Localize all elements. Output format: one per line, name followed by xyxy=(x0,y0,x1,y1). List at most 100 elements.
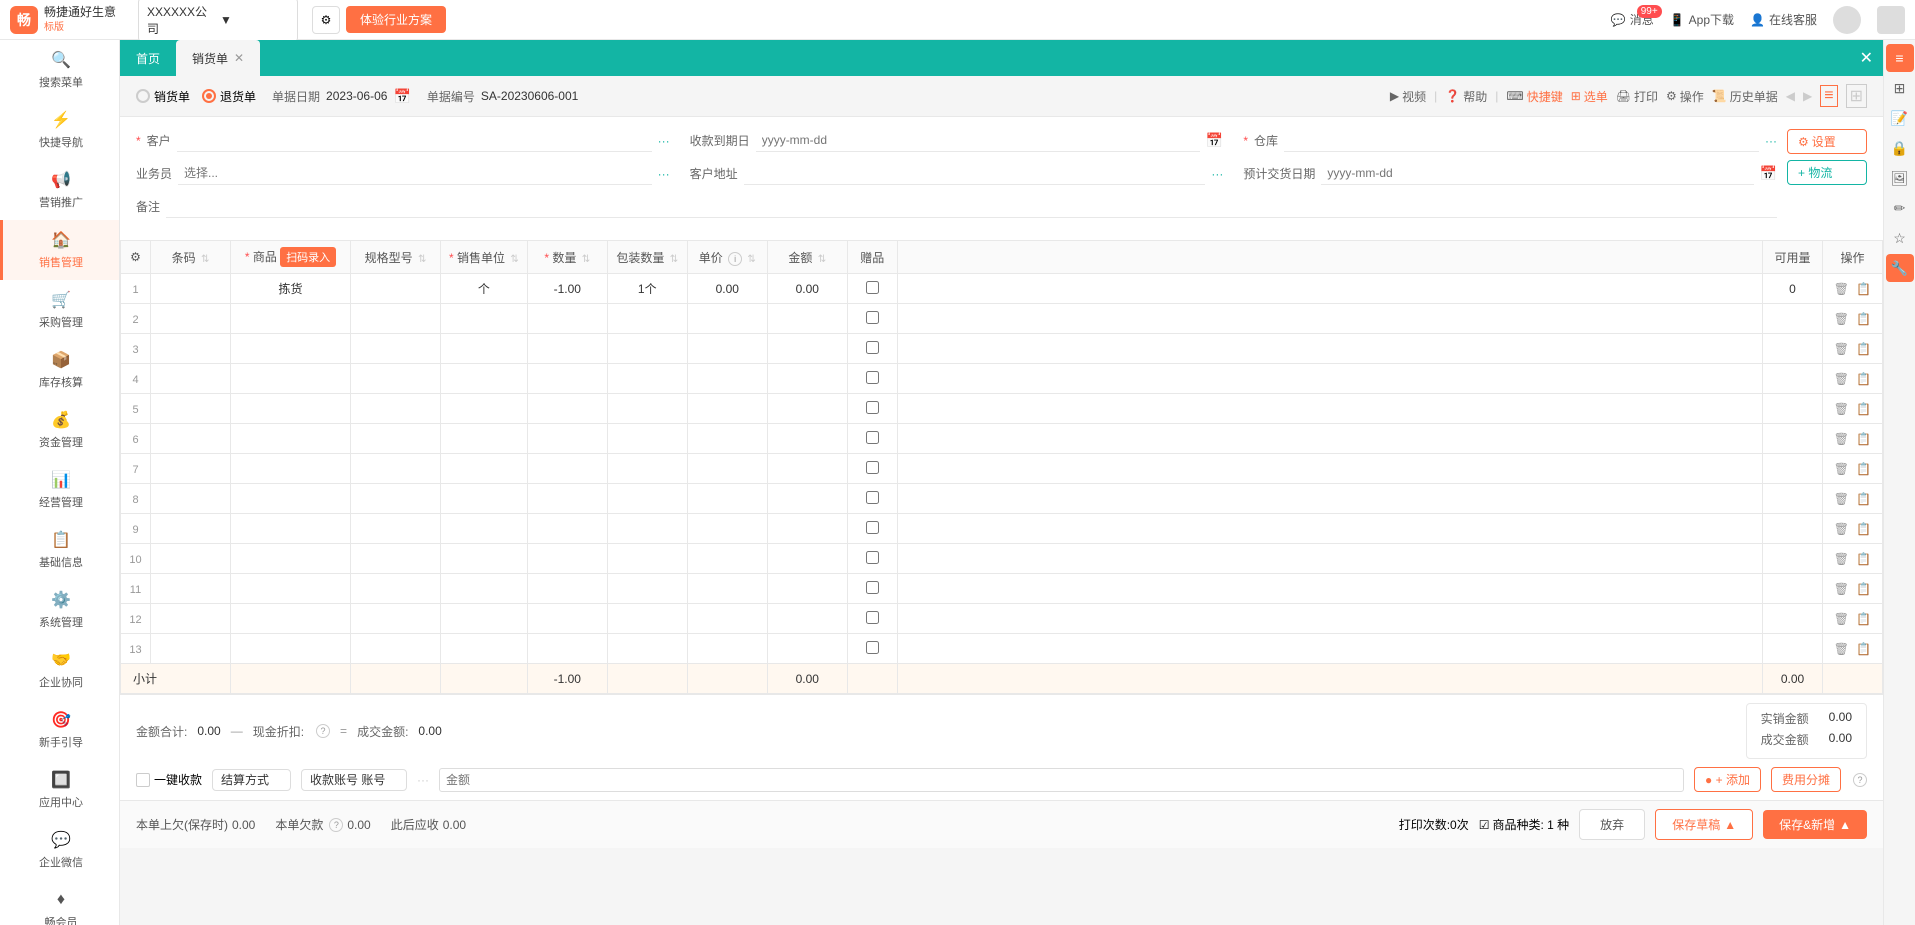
history-btn[interactable]: 📜 历史单据 xyxy=(1712,88,1778,105)
discount-info-icon[interactable]: ? xyxy=(316,724,330,738)
delete-icon[interactable]: 🗑 xyxy=(1834,582,1849,596)
row-barcode-cell[interactable] xyxy=(151,454,231,484)
row-pack-cell[interactable] xyxy=(607,364,687,394)
delete-icon[interactable]: 🗑 xyxy=(1834,372,1849,386)
row-spec-cell[interactable] xyxy=(351,424,441,454)
row-qty-cell[interactable] xyxy=(527,334,607,364)
row-qty-cell[interactable] xyxy=(527,424,607,454)
tab-close-icon[interactable]: ✕ xyxy=(234,51,244,65)
row-gift-cell[interactable] xyxy=(847,574,897,604)
row-price-cell[interactable] xyxy=(687,514,767,544)
copy-icon[interactable]: 📋 xyxy=(1856,612,1871,626)
row-spec-cell[interactable] xyxy=(351,544,441,574)
select-btn[interactable]: ⊞ 选单 xyxy=(1571,88,1608,105)
one-click-payment-checkbox[interactable]: 一键收款 xyxy=(136,771,202,788)
receive-date-input[interactable] xyxy=(756,129,1200,152)
row-qty-cell[interactable] xyxy=(527,634,607,664)
print-btn[interactable]: 🖨 打印 xyxy=(1616,88,1658,105)
unit-sort-icon[interactable]: ⇅ xyxy=(510,254,518,265)
add-payment-btn[interactable]: ● + 添加 xyxy=(1694,767,1761,792)
row-unit-cell[interactable] xyxy=(441,634,528,664)
row-unit-cell[interactable] xyxy=(441,604,528,634)
row-goods-cell[interactable] xyxy=(231,454,351,484)
row-spec-cell[interactable] xyxy=(351,394,441,424)
row-pack-cell[interactable] xyxy=(607,634,687,664)
row-barcode-cell[interactable] xyxy=(151,574,231,604)
tab-home[interactable]: 首页 xyxy=(120,40,176,76)
sidebar-item-sales[interactable]: 🏠 销售管理 xyxy=(0,220,119,280)
gift-checkbox[interactable] xyxy=(866,371,879,384)
copy-icon[interactable]: 📋 xyxy=(1856,432,1871,446)
barcode-sort-icon[interactable]: ⇅ xyxy=(201,254,209,265)
row-amount-cell[interactable] xyxy=(767,454,847,484)
delete-icon[interactable]: 🗑 xyxy=(1834,462,1849,476)
spec-sort-icon[interactable]: ⇅ xyxy=(418,254,426,265)
gift-checkbox[interactable] xyxy=(866,431,879,444)
experience-btn[interactable]: 体验行业方案 xyxy=(346,6,446,33)
row-gift-cell[interactable] xyxy=(847,634,897,664)
video-btn[interactable]: ▶ 视频 xyxy=(1390,88,1426,105)
avatar[interactable] xyxy=(1833,6,1861,34)
sidebar-item-quick-nav[interactable]: ⚡ 快捷导航 xyxy=(0,100,119,160)
gift-checkbox[interactable] xyxy=(866,311,879,324)
app-download-btn[interactable]: 📱 App下载 xyxy=(1670,11,1734,28)
row-amount-cell[interactable] xyxy=(767,394,847,424)
delete-icon[interactable]: 🗑 xyxy=(1834,612,1849,626)
row-pack-cell[interactable] xyxy=(607,394,687,424)
row-goods-cell[interactable]: 拣货 xyxy=(231,274,351,304)
discard-btn[interactable]: 放弃 xyxy=(1579,809,1645,840)
account-select[interactable]: 收款账号 账号 xyxy=(301,769,407,791)
gift-checkbox[interactable] xyxy=(866,341,879,354)
copy-icon[interactable]: 📋 xyxy=(1856,282,1871,296)
sidebar-item-purchase[interactable]: 🛒 采购管理 xyxy=(0,280,119,340)
barcode-input[interactable] xyxy=(159,282,222,296)
fee-info-icon[interactable]: ? xyxy=(1853,773,1867,787)
row-price-cell[interactable] xyxy=(687,634,767,664)
gift-checkbox[interactable] xyxy=(866,461,879,474)
delete-icon[interactable]: 🗑 xyxy=(1834,312,1849,326)
sidebar-item-basic[interactable]: 📋 基础信息 xyxy=(0,520,119,580)
delete-icon[interactable]: 🗑 xyxy=(1834,552,1849,566)
row-spec-cell[interactable] xyxy=(351,604,441,634)
help-btn[interactable]: ❓ 帮助 xyxy=(1445,88,1487,105)
scan-btn[interactable]: 扫码录入 xyxy=(280,247,336,267)
row-barcode-cell[interactable] xyxy=(151,424,231,454)
gift-checkbox[interactable] xyxy=(866,611,879,624)
row-unit-cell[interactable] xyxy=(441,574,528,604)
row-spec-cell[interactable] xyxy=(351,454,441,484)
row-goods-cell[interactable] xyxy=(231,544,351,574)
customer-input[interactable] xyxy=(177,129,652,152)
right-tool-image[interactable]: 🖼 xyxy=(1886,164,1914,192)
row-spec-cell[interactable] xyxy=(351,304,441,334)
row-goods-cell[interactable] xyxy=(231,424,351,454)
row-amount-cell[interactable] xyxy=(767,544,847,574)
row-pack-cell[interactable] xyxy=(607,544,687,574)
row-price-cell[interactable] xyxy=(687,424,767,454)
salesperson-input[interactable] xyxy=(178,162,652,185)
row-gift-cell[interactable] xyxy=(847,544,897,574)
row-amount-cell[interactable]: 0.00 xyxy=(767,274,847,304)
copy-icon[interactable]: 📋 xyxy=(1856,582,1871,596)
save-draft-btn[interactable]: 保存草稿 ▲ xyxy=(1655,809,1753,840)
row-price-cell[interactable]: 0.00 xyxy=(687,274,767,304)
settings-icon[interactable]: ⚙ xyxy=(312,6,340,34)
qty-sort-icon[interactable]: ⇅ xyxy=(582,254,590,265)
row-pack-cell[interactable] xyxy=(607,304,687,334)
row-pack-cell[interactable] xyxy=(607,454,687,484)
row-pack-cell[interactable] xyxy=(607,574,687,604)
gift-checkbox[interactable] xyxy=(866,641,879,654)
delete-icon[interactable]: 🗑 xyxy=(1834,432,1849,446)
warehouse-input[interactable]: 建材仓 xyxy=(1284,129,1759,152)
row-amount-cell[interactable] xyxy=(767,334,847,364)
customer-addr-input[interactable] xyxy=(744,162,1206,185)
row-pack-cell[interactable]: 1个 xyxy=(607,274,687,304)
online-support-btn[interactable]: 👤 在线客服 xyxy=(1750,11,1817,28)
delete-icon[interactable]: 🗑 xyxy=(1834,642,1849,656)
right-tool-star[interactable]: ☆ xyxy=(1886,224,1914,252)
col-settings[interactable]: ⚙ xyxy=(121,241,151,274)
row-goods-cell[interactable] xyxy=(231,514,351,544)
tab-sales-order[interactable]: 销货单 ✕ xyxy=(176,40,260,76)
row-unit-cell[interactable] xyxy=(441,514,528,544)
row-gift-cell[interactable] xyxy=(847,304,897,334)
row-goods-cell[interactable] xyxy=(231,574,351,604)
